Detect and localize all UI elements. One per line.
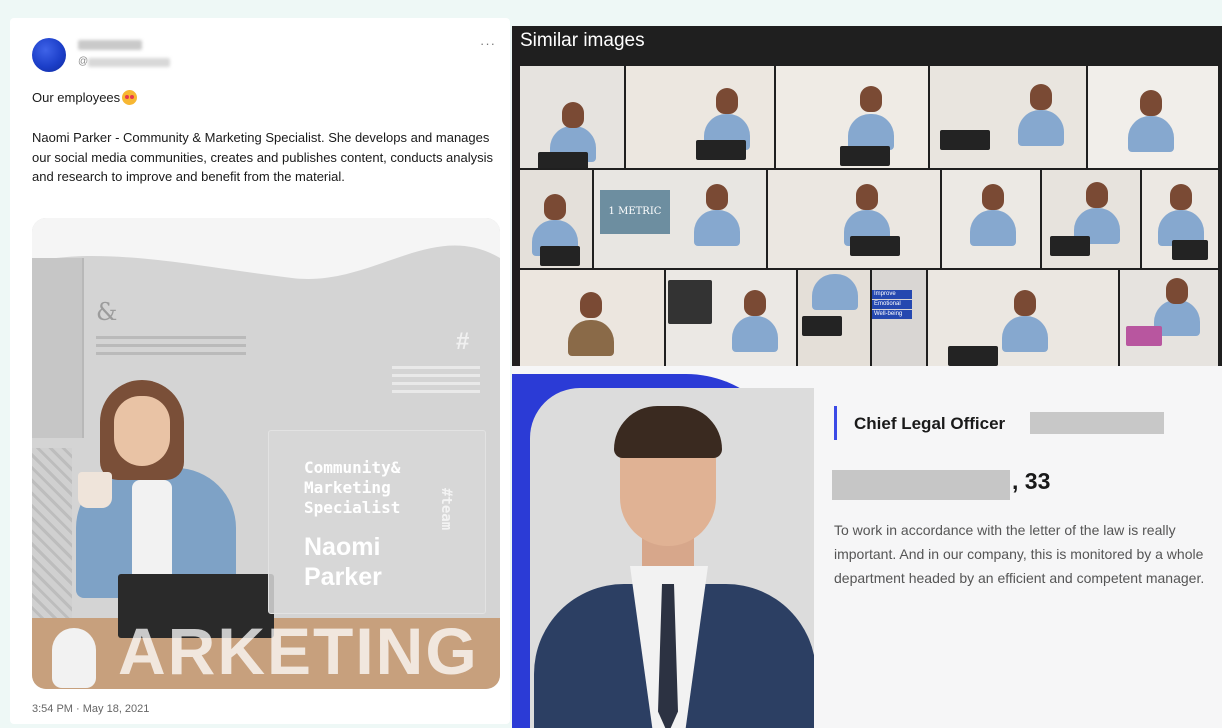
woman-face xyxy=(114,396,170,466)
employee-profile-card: Chief Legal Officer , 33 To work in acco… xyxy=(512,366,1222,728)
coffee-mug xyxy=(78,472,112,508)
similar-thumb[interactable] xyxy=(798,270,870,366)
small-caption-right xyxy=(392,366,480,396)
avatar[interactable] xyxy=(32,38,66,72)
similar-thumb[interactable] xyxy=(930,66,1086,168)
similar-thumb[interactable] xyxy=(520,270,664,366)
more-options-icon[interactable]: ··· xyxy=(480,36,496,51)
tweet-body: Naomi Parker - Community & Marketing Spe… xyxy=(32,130,494,184)
similar-images-title: Similar images xyxy=(520,30,645,51)
employee-photo xyxy=(530,388,814,728)
employee-name: Naomi Parker xyxy=(304,533,382,591)
similar-thumb[interactable] xyxy=(776,66,928,168)
similar-images-panel: Similar images 1 METRIC Improve Emotiona… xyxy=(512,26,1222,366)
similar-thumb[interactable]: 1 METRIC xyxy=(594,170,766,268)
heart-eyes-emoji-icon xyxy=(122,90,138,105)
ampersand-glyph: & xyxy=(96,298,118,326)
vase xyxy=(52,628,96,688)
similar-thumb[interactable] xyxy=(942,170,1040,268)
handle-prefix: @ xyxy=(78,56,89,67)
job-title: Chief Legal Officer xyxy=(854,414,1006,433)
similar-thumb[interactable] xyxy=(1042,170,1140,268)
similar-thumb[interactable] xyxy=(1142,170,1218,268)
title-accent-bar xyxy=(834,406,837,440)
metric-card: 1 METRIC xyxy=(600,190,670,234)
redacted-display-name xyxy=(78,40,142,50)
similar-thumb[interactable] xyxy=(666,270,796,366)
redacted-handle xyxy=(88,58,170,67)
team-hashtag: #team xyxy=(438,488,454,531)
tweet-intro: Our employees xyxy=(32,90,138,105)
similar-thumb[interactable] xyxy=(626,66,774,168)
similar-thumb[interactable] xyxy=(928,270,1118,366)
similar-thumb[interactable] xyxy=(520,66,624,168)
tweet-timestamp[interactable]: 3:54 PM · May 18, 2021 xyxy=(32,703,149,715)
wellbeing-label: Improve xyxy=(872,290,912,299)
wellbeing-label: Well-being xyxy=(872,310,912,319)
redacted-name xyxy=(832,470,1010,500)
wall-panel xyxy=(32,258,84,438)
wellbeing-label: Emotional xyxy=(872,300,912,309)
similar-thumb[interactable] xyxy=(1120,270,1218,366)
hash-glyph: # xyxy=(456,328,470,355)
background-word: ARKETING xyxy=(118,614,479,688)
small-caption-left xyxy=(96,336,246,360)
employee-quote: To work in accordance with the letter of… xyxy=(834,522,1205,586)
similar-thumb[interactable] xyxy=(1088,66,1218,168)
similar-thumb[interactable]: Improve Emotional Well-being xyxy=(872,270,926,366)
wellbeing-card: Improve Emotional Well-being xyxy=(872,290,912,320)
tweet-image[interactable]: & # Community& Marketing Specialist Naom… xyxy=(32,218,500,689)
tweet-intro-text: Our employees xyxy=(32,90,121,105)
redacted-surname xyxy=(1030,412,1164,434)
tweet-card: @ ··· Our employees Naomi Parker - Commu… xyxy=(10,18,510,724)
similar-thumb[interactable] xyxy=(768,170,940,268)
employee-age: , 33 xyxy=(1012,468,1051,494)
similar-thumb[interactable] xyxy=(520,170,592,268)
